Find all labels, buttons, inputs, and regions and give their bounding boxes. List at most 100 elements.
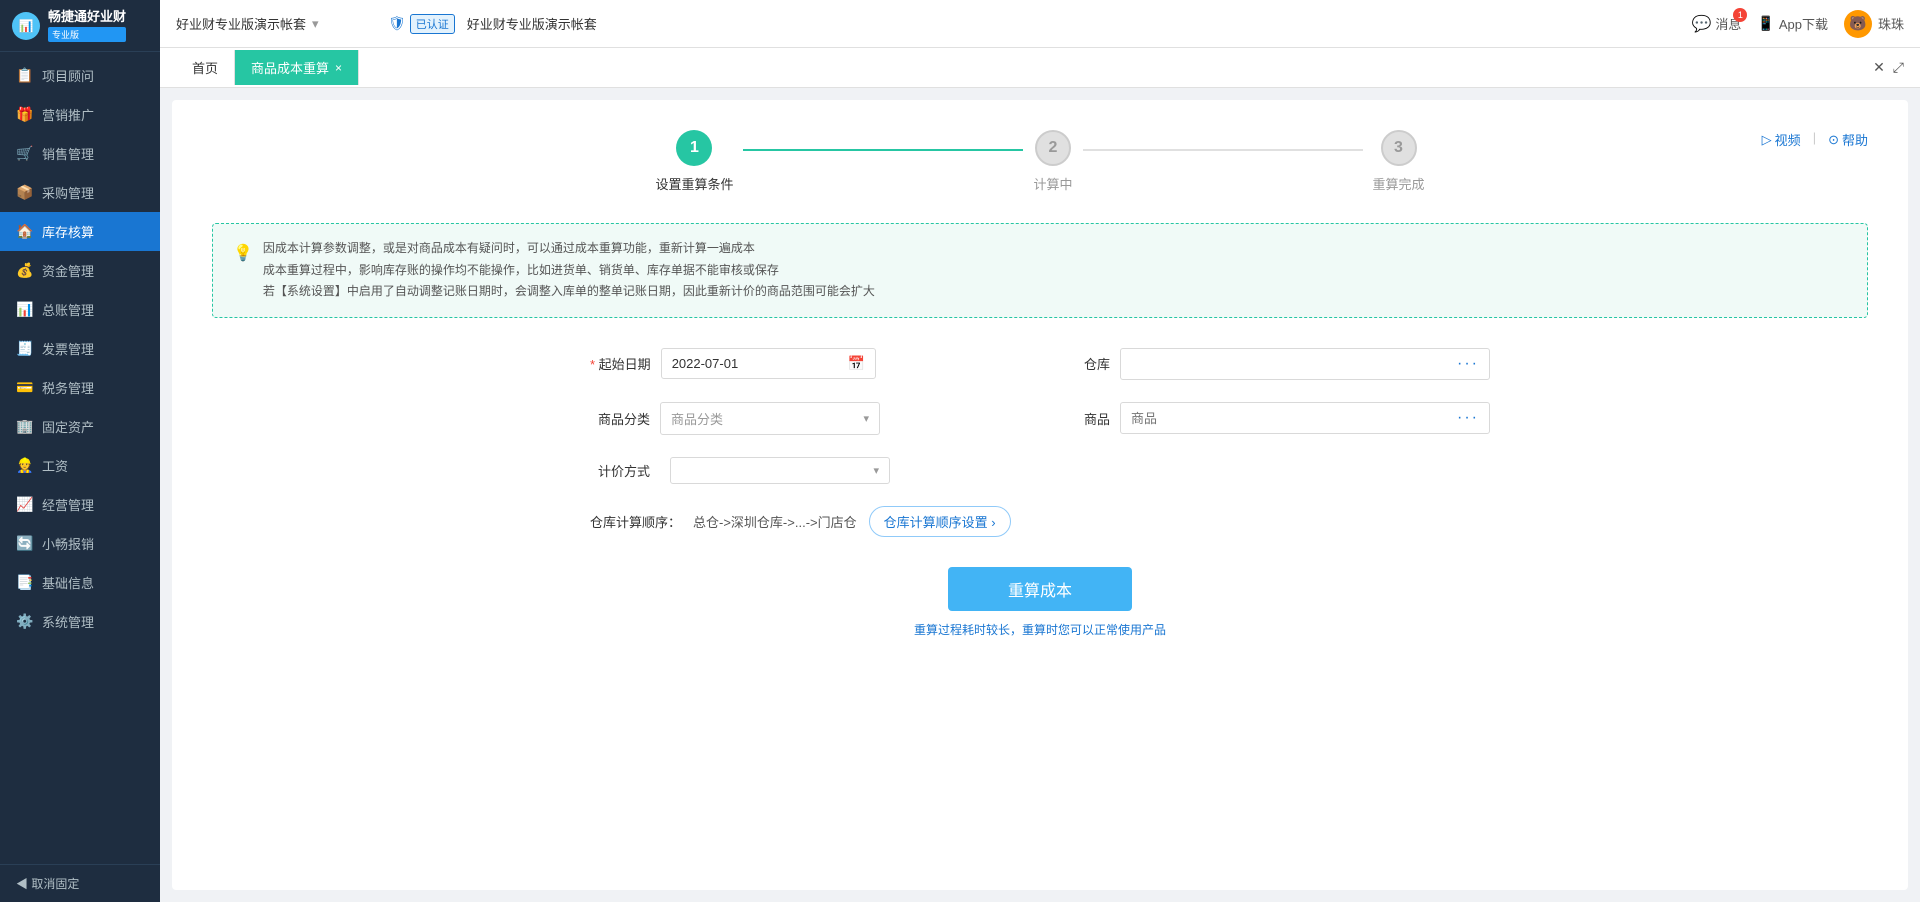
page-content: 1 设置重算条件 2 计算中 3 重算完成 ▷ 视 xyxy=(172,100,1908,890)
verified-badge-area: 🛡 已认证 xyxy=(388,14,455,34)
step-1-circle: 1 xyxy=(676,130,712,166)
app-download-button[interactable]: 📱 App下载 xyxy=(1757,14,1828,33)
warehouse-input[interactable] xyxy=(1131,356,1457,371)
recalc-note: 重算过程耗时较长，重算时您可以正常使用产品 xyxy=(590,621,1490,638)
system-icon: ⚙️ xyxy=(16,613,34,631)
recalc-btn-label: 重算成本 xyxy=(1008,583,1072,600)
sidebar-item-marketing[interactable]: 🎁 营销推广 xyxy=(0,95,160,134)
tab-cost-recalc[interactable]: 商品成本重算 × xyxy=(235,50,359,85)
step-2: 2 计算中 xyxy=(1033,130,1072,193)
sidebar-item-tax[interactable]: 💳 税务管理 xyxy=(0,368,160,407)
sidebar-item-purchase[interactable]: 📦 采购管理 xyxy=(0,173,160,212)
main-container: 好业财专业版演示帐套 ▾ 🛡 已认证 好业财专业版演示帐套 💬 消息 1 📱 A… xyxy=(160,0,1920,902)
step-1-num: 1 xyxy=(690,139,699,157)
category-label: 商品分类 xyxy=(590,409,650,428)
sidebar-item-label: 基础信息 xyxy=(42,573,94,592)
expense-icon: 🔄 xyxy=(16,535,34,553)
video-link[interactable]: ▷ 视频 xyxy=(1762,130,1801,149)
message-button[interactable]: 💬 消息 1 xyxy=(1691,14,1741,34)
user-profile[interactable]: 🐻 珠珠 xyxy=(1844,10,1904,38)
step-3: 3 重算完成 xyxy=(1373,130,1425,193)
step-2-label: 计算中 xyxy=(1033,174,1072,193)
warehouse-order-label: 仓库计算顺序： xyxy=(590,512,681,531)
pricing-chevron-icon: ▾ xyxy=(873,464,879,477)
marketing-icon: 🎁 xyxy=(16,106,34,124)
operations-icon: 📈 xyxy=(16,496,34,514)
sidebar-item-system[interactable]: ⚙️ 系统管理 xyxy=(0,602,160,641)
project-icon: 📋 xyxy=(16,67,34,85)
warehouse-order-value: 总仓->深圳仓库->...->门店仓 xyxy=(693,512,857,531)
sidebar-item-label: 经营管理 xyxy=(42,495,94,514)
topbar: 好业财专业版演示帐套 ▾ 🛡 已认证 好业财专业版演示帐套 💬 消息 1 📱 A… xyxy=(160,0,1920,48)
edition-badge: 专业版 xyxy=(48,27,126,42)
video-label: 视频 xyxy=(1775,130,1801,149)
topbar-right: 💬 消息 1 📱 App下载 🐻 珠珠 xyxy=(1691,10,1904,38)
maximize-window-icon[interactable]: ⤢ xyxy=(1893,59,1904,76)
warehouse-label: 仓库 xyxy=(1050,354,1110,373)
inventory-icon: 🏠 xyxy=(16,223,34,241)
product-label: 商品 xyxy=(1050,409,1110,428)
product-input[interactable] xyxy=(1131,411,1457,426)
logo-icon: 📊 xyxy=(12,12,40,40)
sidebar-item-invoice[interactable]: 🧾 发票管理 xyxy=(0,329,160,368)
unpin-button[interactable]: ◀ 取消固定 xyxy=(0,864,160,902)
category-select[interactable]: 商品分类 ▾ xyxy=(660,402,880,435)
sidebar-item-sales[interactable]: 🛒 销售管理 xyxy=(0,134,160,173)
play-icon: ▷ xyxy=(1762,132,1772,148)
sidebar-item-label: 工资 xyxy=(42,456,68,475)
tax-icon: 💳 xyxy=(16,379,34,397)
sidebar-item-project[interactable]: 📋 项目顾问 xyxy=(0,56,160,95)
help-circle-icon: ⊙ xyxy=(1828,132,1839,148)
close-window-icon[interactable]: ✕ xyxy=(1873,59,1885,76)
pricing-select[interactable]: ▾ xyxy=(670,457,890,484)
assets-icon: 🏢 xyxy=(16,418,34,436)
calendar-icon[interactable]: 📅 xyxy=(848,355,865,372)
sidebar-item-operations[interactable]: 📈 经营管理 xyxy=(0,485,160,524)
sidebar-item-salary[interactable]: 👷 工资 xyxy=(0,446,160,485)
form-row-1: 起始日期 📅 仓库 ··· xyxy=(590,348,1490,380)
action-section: 重算成本 重算过程耗时较长，重算时您可以正常使用产品 xyxy=(590,567,1490,638)
info-box: 💡 因成本计算参数调整，或是对商品成本有疑问时，可以通过成本重算功能，重新计算一… xyxy=(212,223,1868,318)
sidebar-item-assets[interactable]: 🏢 固定资产 xyxy=(0,407,160,446)
product-input-wrapper[interactable]: ··· xyxy=(1120,402,1490,434)
sidebar-item-label: 营销推广 xyxy=(42,105,94,124)
form-row-pricing: 计价方式 ▾ xyxy=(590,457,1490,484)
sidebar-item-label: 库存核算 xyxy=(42,222,94,241)
phone-icon: 📱 xyxy=(1757,15,1774,32)
sidebar-item-expense[interactable]: 🔄 小畅报销 xyxy=(0,524,160,563)
warehouse-order-btn-label: 仓库计算顺序设置 › xyxy=(884,512,996,531)
account-selector[interactable]: 好业财专业版演示帐套 ▾ xyxy=(176,14,376,33)
step-line-2-3 xyxy=(1083,149,1363,151)
invoice-icon: 🧾 xyxy=(16,340,34,358)
finance-icon: 💰 xyxy=(16,262,34,280)
sidebar-item-label: 小畅报销 xyxy=(42,534,94,553)
start-date-input-wrapper[interactable]: 📅 xyxy=(661,348,876,379)
step-2-circle: 2 xyxy=(1035,130,1071,166)
step-1: 1 设置重算条件 xyxy=(655,130,733,193)
sidebar-item-inventory[interactable]: 🏠 库存核算 xyxy=(0,212,160,251)
warehouse-input-wrapper[interactable]: ··· xyxy=(1120,348,1490,380)
sidebar-item-label: 固定资产 xyxy=(42,417,94,436)
sidebar-item-basic[interactable]: 📑 基础信息 xyxy=(0,563,160,602)
sales-icon: 🛒 xyxy=(16,145,34,163)
verified-label: 已认证 xyxy=(410,14,455,34)
help-link[interactable]: ⊙ 帮助 xyxy=(1828,130,1868,149)
sidebar-item-accounting[interactable]: 📊 总账管理 xyxy=(0,290,160,329)
sidebar-item-label: 项目顾问 xyxy=(42,66,94,85)
recalc-button[interactable]: 重算成本 xyxy=(948,567,1132,611)
tab-home-label: 首页 xyxy=(192,61,218,76)
step-3-circle: 3 xyxy=(1381,130,1417,166)
product-more-icon[interactable]: ··· xyxy=(1457,409,1479,427)
sidebar-item-finance[interactable]: 💰 资金管理 xyxy=(0,251,160,290)
product-field: 商品 ··· xyxy=(1050,402,1490,434)
start-date-input[interactable] xyxy=(672,356,848,371)
warehouse-order-settings-button[interactable]: 仓库计算顺序设置 › xyxy=(869,506,1011,537)
start-date-label: 起始日期 xyxy=(590,354,651,373)
warehouse-field: 仓库 ··· xyxy=(1050,348,1490,380)
tab-close-icon[interactable]: × xyxy=(335,61,342,75)
purchase-icon: 📦 xyxy=(16,184,34,202)
step-3-num: 3 xyxy=(1394,139,1403,157)
warehouse-more-icon[interactable]: ··· xyxy=(1457,355,1479,373)
salary-icon: 👷 xyxy=(16,457,34,475)
tab-home[interactable]: 首页 xyxy=(176,50,235,85)
